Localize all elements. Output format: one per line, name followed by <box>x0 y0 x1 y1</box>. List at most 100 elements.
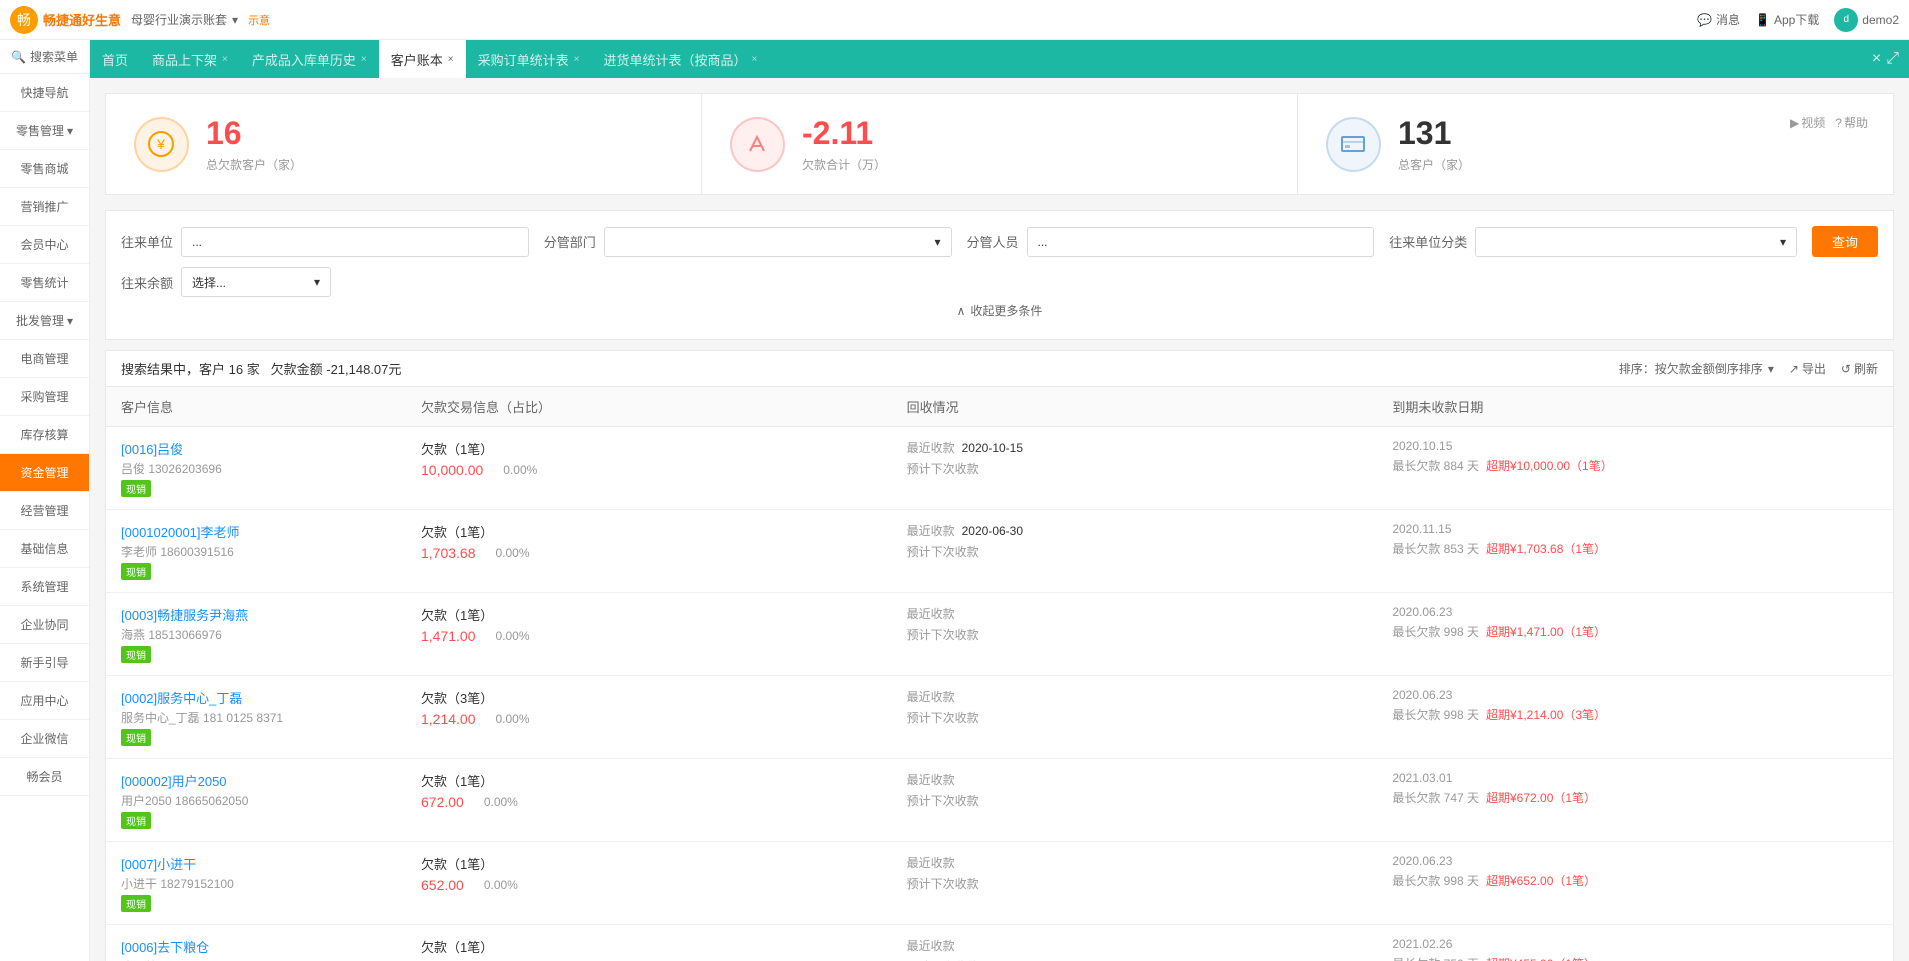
refresh-button[interactable]: ↺ 刷新 <box>1841 360 1878 377</box>
chevron-down-icon: ▾ <box>67 314 73 328</box>
customer-name[interactable]: [0007]小进干 <box>121 854 421 873</box>
customer-name[interactable]: [0003]畅捷服务尹海燕 <box>121 605 421 624</box>
customer-name[interactable]: [0006]去下粮仓 <box>121 937 421 956</box>
app-download-button[interactable]: 📱 App下载 <box>1755 11 1819 28</box>
sidebar-item-marketing[interactable]: 营销推广 <box>0 188 89 226</box>
user-avatar[interactable]: d demo2 <box>1834 8 1899 32</box>
sidebar-item-retail-mall[interactable]: 零售商城 <box>0 150 89 188</box>
tip-link[interactable]: 示意 <box>248 12 270 28</box>
debt-total: -2.11 <box>802 115 1272 152</box>
unit-category-select[interactable]: ▾ <box>1475 227 1797 257</box>
sidebar-item-enterprise-wechat[interactable]: 企业微信 <box>0 720 89 758</box>
source-unit-input[interactable]: ... <box>181 227 529 257</box>
video-link[interactable]: ▶ 视频 <box>1790 114 1825 131</box>
debt-amount[interactable]: 1,471.00 <box>421 628 476 644</box>
debt-amount[interactable]: 652.00 <box>421 877 464 893</box>
overdue-days: 最长欠款 747 天 <box>1392 791 1482 805</box>
balance-select[interactable]: 选择... ▾ <box>181 267 331 297</box>
stat-card-total-customers: 131 总客户（家） ▶ 视频 ? 帮助 <box>1298 94 1893 194</box>
sidebar-item-purchase-mgmt[interactable]: 采购管理 <box>0 378 89 416</box>
sidebar-item-quick-nav[interactable]: 快捷导航 <box>0 74 89 112</box>
close-all-tabs-button[interactable]: × <box>1872 50 1881 68</box>
export-button[interactable]: ↗ 导出 <box>1789 360 1826 377</box>
tab-close-purchase-order[interactable]: × <box>574 54 580 65</box>
due-date: 2020.06.23 <box>1392 605 1878 619</box>
tab-product-off[interactable]: 商品上下架 × <box>140 40 240 78</box>
sidebar-item-enterprise-collab[interactable]: 企业协同 <box>0 606 89 644</box>
tab-close-customer-account[interactable]: × <box>448 54 454 65</box>
filter-dept: 分管部门 ▾ <box>544 227 952 257</box>
collapse-button[interactable]: ∧ 收起更多条件 <box>121 297 1878 324</box>
store-selector[interactable]: 母婴行业演示账套 ▾ <box>131 11 238 28</box>
due-date: 2020.11.15 <box>1392 522 1878 536</box>
debt-amount[interactable]: 1,703.68 <box>421 545 476 561</box>
svg-text:¥: ¥ <box>156 136 165 152</box>
customer-contact: 小进干 18279152100 <box>121 875 421 892</box>
sidebar-item-member-center[interactable]: 会员中心 <box>0 226 89 264</box>
collect-cell: 最近收款 2020-06-30 预计下次收款 <box>907 522 1393 580</box>
sidebar-item-ecommerce[interactable]: 电商管理 <box>0 340 89 378</box>
help-link[interactable]: ? 帮助 <box>1835 114 1868 131</box>
overdue-link[interactable]: 超期¥1,214.00（3笔） <box>1486 708 1606 722</box>
sidebar-item-new-guide[interactable]: 新手引导 <box>0 644 89 682</box>
sidebar-item-app-center[interactable]: 应用中心 <box>0 682 89 720</box>
overdue-cell: 2020.06.23 最长欠款 998 天 超期¥1,214.00（3笔） <box>1392 688 1878 746</box>
due-date: 2021.02.26 <box>1392 937 1878 951</box>
customer-name[interactable]: [000002]用户2050 <box>121 771 421 790</box>
maximize-button[interactable]: ⤢ <box>1886 50 1899 68</box>
sidebar-search[interactable]: 🔍 搜索菜单 <box>0 40 89 74</box>
table-row: [0003]畅捷服务尹海燕 海燕 18513066976 现销 欠款（1笔） 1… <box>106 593 1893 676</box>
overdue-link[interactable]: 超期¥1,471.00（1笔） <box>1486 625 1606 639</box>
next-collect-label: 预计下次收款 <box>907 794 979 808</box>
customer-name[interactable]: [0002]服务中心_丁磊 <box>121 688 421 707</box>
table-body: [0016]吕俊 吕俊 13026203696 现销 欠款（1笔） 10,000… <box>106 427 1893 961</box>
sidebar-item-basic-info[interactable]: 基础信息 <box>0 530 89 568</box>
sidebar-item-batch-mgmt[interactable]: 批发管理 ▾ <box>0 302 89 340</box>
overdue-link[interactable]: 超期¥672.00（1笔） <box>1486 791 1596 805</box>
customer-name[interactable]: [0016]吕俊 <box>121 439 421 458</box>
sidebar-item-inventory[interactable]: 库存核算 <box>0 416 89 454</box>
tab-home[interactable]: 首页 <box>90 40 140 78</box>
tab-purchase-stat[interactable]: 进货单统计表（按商品） × <box>591 40 769 78</box>
customer-tag: 现销 <box>121 895 151 912</box>
person-input[interactable]: ... <box>1027 227 1375 257</box>
search-button[interactable]: 查询 <box>1812 226 1878 257</box>
sidebar-item-vip-member[interactable]: 畅会员 <box>0 758 89 796</box>
customer-contact: 服务中心_丁磊 181 0125 8371 <box>121 709 421 726</box>
export-icon: ↗ <box>1789 362 1799 376</box>
tab-purchase-order[interactable]: 采购订单统计表 × <box>466 40 592 78</box>
sidebar-item-retail-stats[interactable]: 零售统计 <box>0 264 89 302</box>
debt-cell: 欠款（1笔） 672.00 0.00% <box>421 771 907 829</box>
debt-count: 欠款（3笔） <box>421 688 493 707</box>
collect-cell: 最近收款 预计下次收款 <box>907 937 1393 961</box>
overdue-link[interactable]: 超期¥652.00（1笔） <box>1486 874 1596 888</box>
sidebar-item-retail-mgmt[interactable]: 零售管理 ▾ <box>0 112 89 150</box>
debt-amount[interactable]: 10,000.00 <box>421 462 483 478</box>
debt-amount[interactable]: 1,214.00 <box>421 711 476 727</box>
tab-close-product-history[interactable]: × <box>361 54 367 65</box>
overdue-days: 最长欠款 884 天 <box>1392 459 1482 473</box>
sidebar-item-business-mgmt[interactable]: 经营管理 <box>0 492 89 530</box>
customer-name[interactable]: [0001020001]李老师 <box>121 522 421 541</box>
sidebar-item-system-mgmt[interactable]: 系统管理 <box>0 568 89 606</box>
sidebar-item-finance[interactable]: 资金管理 <box>0 454 89 492</box>
tab-close-purchase-stat[interactable]: × <box>751 54 757 65</box>
overdue-link[interactable]: 超期¥455.90（1笔） <box>1486 957 1596 961</box>
debt-amount[interactable]: 672.00 <box>421 794 464 810</box>
overdue-link[interactable]: 超期¥10,000.00（1笔） <box>1486 459 1613 473</box>
debt-percent: 0.00% <box>496 629 530 643</box>
dept-select[interactable]: ▾ <box>604 227 952 257</box>
tab-customer-account[interactable]: 客户账本 × <box>379 40 466 78</box>
due-date: 2021.03.01 <box>1392 771 1878 785</box>
debt-cell: 欠款（3笔） 1,214.00 0.00% <box>421 688 907 746</box>
overdue-link[interactable]: 超期¥1,703.68（1笔） <box>1486 542 1606 556</box>
top-bar: 畅 畅捷通好生意 母婴行业演示账套 ▾ 示意 💬 消息 📱 App下载 d de… <box>0 0 1909 40</box>
search-icon: 🔍 <box>11 50 26 64</box>
tab-close-product-off[interactable]: × <box>222 54 228 65</box>
debt-cell: 欠款（1笔） 652.00 0.00% <box>421 854 907 912</box>
message-button[interactable]: 💬 消息 <box>1697 11 1740 28</box>
tab-product-history[interactable]: 产成品入库单历史 × <box>240 40 379 78</box>
sort-select[interactable]: 排序：按欠款金额倒序排序 ▾ <box>1619 360 1774 377</box>
overdue-cell: 2020.06.23 最长欠款 998 天 超期¥1,471.00（1笔） <box>1392 605 1878 663</box>
stat-icon-debt <box>727 114 787 174</box>
